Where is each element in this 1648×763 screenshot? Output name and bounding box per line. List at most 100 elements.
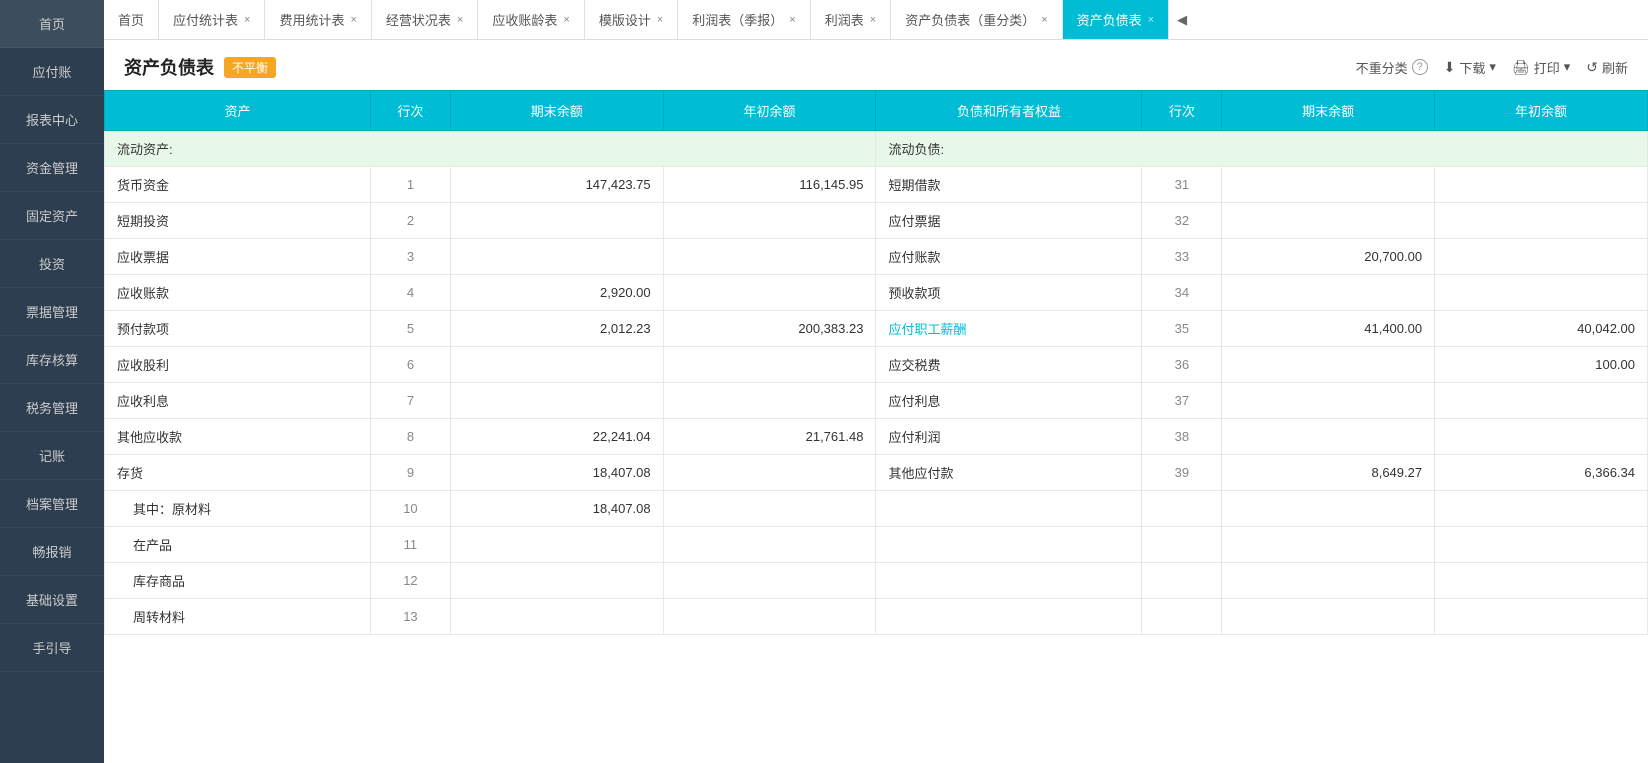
tab-profit-quarterly[interactable]: 利润表（季报）× (678, 0, 810, 40)
liability-row-num-5: 35 (1142, 311, 1222, 347)
asset-year-start-7 (663, 383, 876, 419)
tab-close-expense-stats[interactable]: × (350, 14, 356, 26)
section-liability-label: 流动负债: (876, 131, 1648, 167)
refresh-action[interactable]: ↺ 刷新 (1586, 58, 1628, 77)
balance-sheet-table: 资产 行次 期末余额 年初余额 负债和所有者权益 行次 期末余额 年初余额 流动… (104, 90, 1648, 635)
liability-row-num-4: 34 (1142, 275, 1222, 311)
liability-year-start-7 (1435, 383, 1648, 419)
tab-close-payable-stats[interactable]: × (244, 14, 250, 26)
sidebar-item-ticket-mgmt[interactable]: 票据管理 (0, 288, 104, 336)
tab-receivable-aging[interactable]: 应收账龄表× (478, 0, 584, 40)
tab-close-profit-quarterly[interactable]: × (789, 14, 795, 26)
help-icon[interactable]: ? (1412, 59, 1428, 75)
sidebar-item-quick-sales[interactable]: 畅报销 (0, 528, 104, 576)
liability-label-1: 短期借款 (876, 167, 1142, 203)
sidebar: 首页应付账报表中心资金管理固定资产投资票据管理库存核算税务管理记账档案管理畅报销… (0, 0, 104, 763)
header-assets: 资产 (105, 91, 371, 131)
sidebar-item-report-center[interactable]: 报表中心 (0, 96, 104, 144)
tab-payable-stats[interactable]: 应付统计表× (159, 0, 265, 40)
asset-year-start-1: 116,145.95 (663, 167, 876, 203)
print-action[interactable]: 🖨 打印 ▾ (1512, 58, 1570, 77)
table-row: 货币资金1147,423.75116,145.95短期借款31 (105, 167, 1648, 203)
liability-label-13 (876, 599, 1142, 635)
liability-year-start-5: 40,042.00 (1435, 311, 1648, 347)
tab-home[interactable]: 首页 (104, 0, 159, 40)
asset-year-start-13 (663, 599, 876, 635)
tab-close-template-design[interactable]: × (657, 14, 663, 26)
tab-label-home: 首页 (118, 10, 144, 29)
tab-template-design[interactable]: 模版设计× (585, 0, 678, 40)
download-icon: ⬇ (1444, 59, 1456, 76)
asset-year-start-8: 21,761.48 (663, 419, 876, 455)
liability-year-start-13 (1435, 599, 1648, 635)
sidebar-item-archive-mgmt[interactable]: 档案管理 (0, 480, 104, 528)
asset-label-13: 周转材料 (105, 599, 371, 635)
sidebar-item-fund-mgmt[interactable]: 资金管理 (0, 144, 104, 192)
liability-period-end-7 (1222, 383, 1435, 419)
liability-period-end-11 (1222, 527, 1435, 563)
table-row: 应收股利6应交税费36100.00 (105, 347, 1648, 383)
liability-year-start-11 (1435, 527, 1648, 563)
tab-scroll-arrow[interactable]: ◀ (1169, 0, 1195, 40)
row-num-6: 6 (371, 347, 451, 383)
liability-year-start-2 (1435, 203, 1648, 239)
tab-close-operation-status[interactable]: × (457, 14, 463, 26)
sidebar-item-investment[interactable]: 投资 (0, 240, 104, 288)
liability-label-6: 应交税费 (876, 347, 1142, 383)
tab-close-receivable-aging[interactable]: × (563, 14, 569, 26)
print-label: 打印 (1534, 58, 1560, 77)
print-chevron-icon: ▾ (1564, 59, 1571, 75)
liability-period-end-4 (1222, 275, 1435, 311)
liability-row-num-10 (1142, 491, 1222, 527)
row-num-1: 1 (371, 167, 451, 203)
asset-period-end-13 (450, 599, 663, 635)
row-num-5: 5 (371, 311, 451, 347)
row-num-13: 13 (371, 599, 451, 635)
liability-period-end-10 (1222, 491, 1435, 527)
asset-period-end-9[interactable]: 18,407.08 (450, 455, 663, 491)
asset-period-end-10[interactable]: 18,407.08 (450, 491, 663, 527)
liability-period-end-13 (1222, 599, 1435, 635)
asset-period-end-8[interactable]: 22,241.04 (450, 419, 663, 455)
liability-year-start-3 (1435, 239, 1648, 275)
asset-period-end-4[interactable]: 2,920.00 (450, 275, 663, 311)
tab-operation-status[interactable]: 经营状况表× (372, 0, 478, 40)
liability-link-5[interactable]: 应付职工薪酬 (888, 322, 966, 337)
sidebar-item-guide[interactable]: 手引导 (0, 624, 104, 672)
asset-label-10: 其中：原材料 (105, 491, 371, 527)
table-section-row: 流动资产:流动负债: (105, 131, 1648, 167)
sidebar-item-fixed-assets[interactable]: 固定资产 (0, 192, 104, 240)
sidebar-item-home[interactable]: 首页 (0, 0, 104, 48)
sidebar-item-bookkeeping[interactable]: 记账 (0, 432, 104, 480)
tab-profit[interactable]: 利润表× (811, 0, 891, 40)
sidebar-item-tax-mgmt[interactable]: 税务管理 (0, 384, 104, 432)
tab-expense-stats[interactable]: 费用统计表× (265, 0, 371, 40)
tab-balance-sheet[interactable]: 资产负债表× (1063, 0, 1169, 40)
liability-label-3: 应付账款 (876, 239, 1142, 275)
asset-label-12: 库存商品 (105, 563, 371, 599)
asset-label-7: 应收利息 (105, 383, 371, 419)
liability-row-num-2: 32 (1142, 203, 1222, 239)
tab-balance-reclassified[interactable]: 资产负债表（重分类）× (891, 0, 1062, 40)
table-row: 在产品11 (105, 527, 1648, 563)
tab-close-profit[interactable]: × (870, 14, 876, 26)
row-num-8: 8 (371, 419, 451, 455)
table-row: 其他应收款822,241.0421,761.48应付利润38 (105, 419, 1648, 455)
download-label: 下载 (1459, 58, 1485, 77)
sidebar-item-inventory[interactable]: 库存核算 (0, 336, 104, 384)
asset-year-start-9 (663, 455, 876, 491)
tab-close-balance-sheet[interactable]: × (1148, 14, 1154, 26)
no-reclassify-action[interactable]: 不重分类 ? (1356, 58, 1428, 77)
asset-period-end-2 (450, 203, 663, 239)
sidebar-item-payable[interactable]: 应付账 (0, 48, 104, 96)
download-action[interactable]: ⬇ 下载 ▾ (1444, 58, 1496, 77)
asset-period-end-1[interactable]: 147,423.75 (450, 167, 663, 203)
liability-year-start-4 (1435, 275, 1648, 311)
asset-period-end-6 (450, 347, 663, 383)
download-chevron-icon: ▾ (1489, 59, 1496, 75)
asset-period-end-5[interactable]: 2,012.23 (450, 311, 663, 347)
table-row: 应收账款42,920.00预收款项34 (105, 275, 1648, 311)
sidebar-item-base-settings[interactable]: 基础设置 (0, 576, 104, 624)
asset-year-start-6 (663, 347, 876, 383)
tab-close-balance-reclassified[interactable]: × (1041, 14, 1047, 26)
